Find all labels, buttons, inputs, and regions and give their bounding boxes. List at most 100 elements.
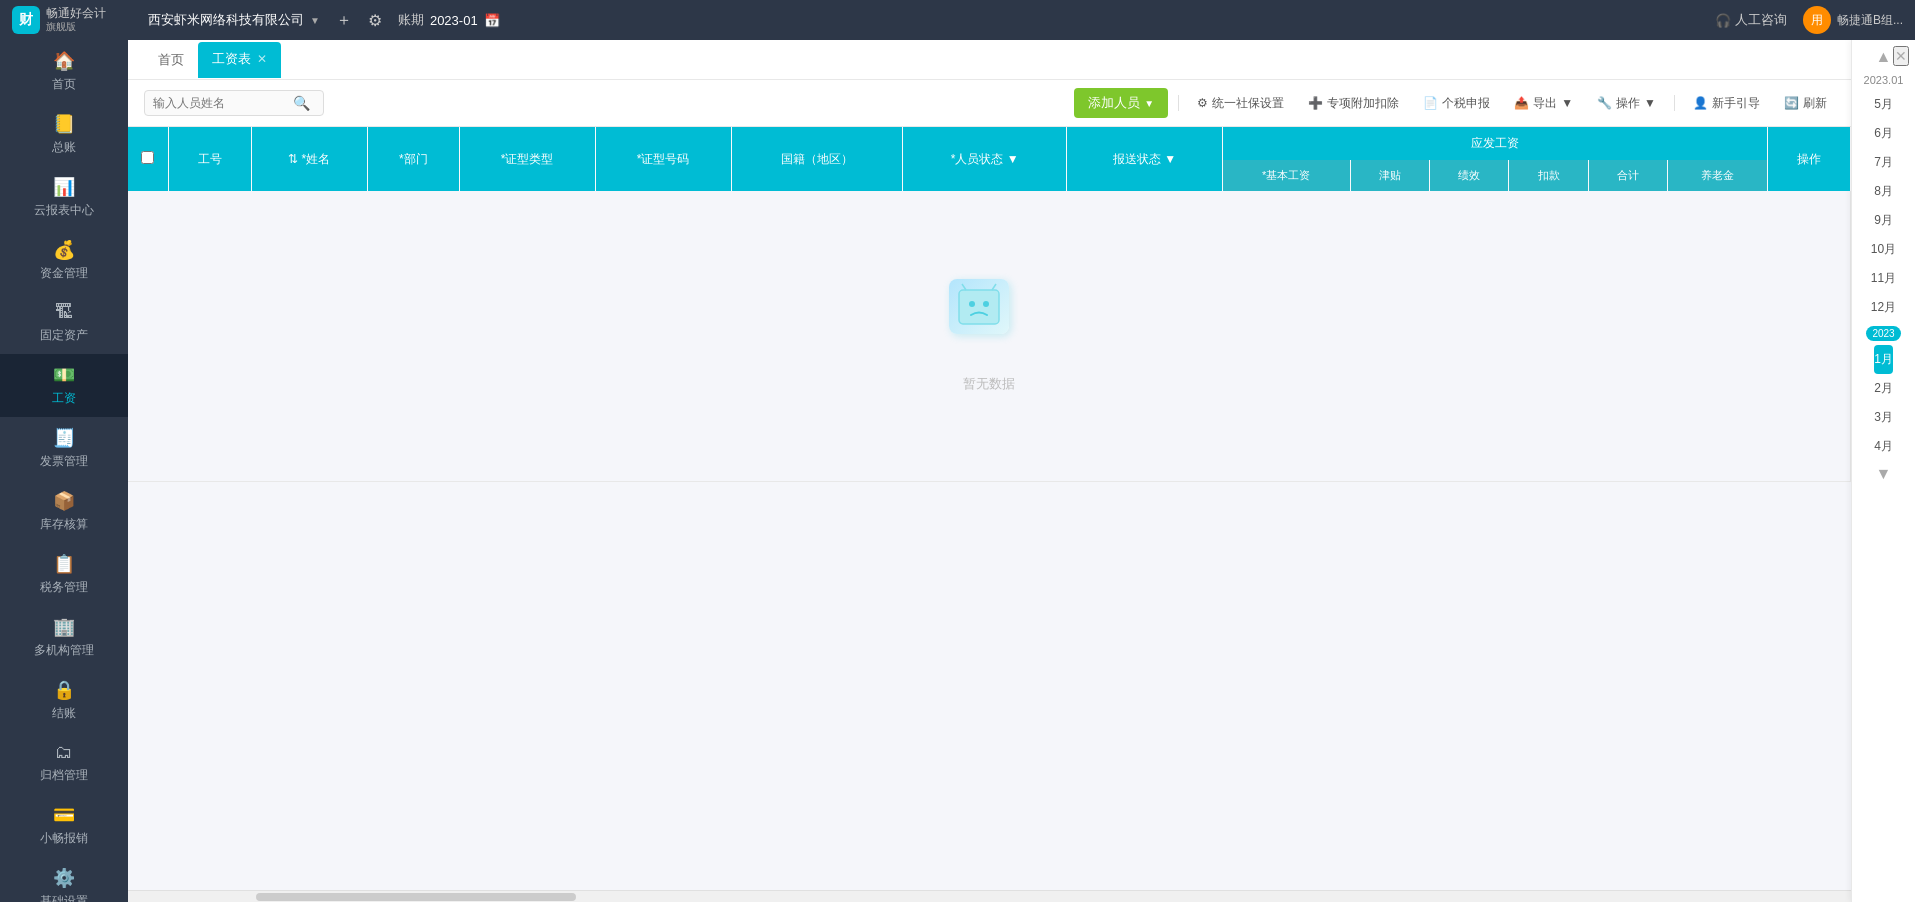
empty-icon <box>949 279 1029 359</box>
sidebar-icon-expense: 💳 <box>53 804 75 826</box>
tab-close-salary-tab[interactable]: ✕ <box>257 52 267 66</box>
calendar-icon[interactable]: 📅 <box>484 13 500 28</box>
sidebar-item-ledger[interactable]: 📒总账 <box>0 103 128 166</box>
sidebar-label-salary: 工资 <box>52 390 76 407</box>
special-deduction-btn[interactable]: ➕ 专项附加扣除 <box>1300 91 1407 116</box>
table-body: 暂无数据 <box>128 191 1851 482</box>
sidebar-item-archive[interactable]: 🗂归档管理 <box>0 732 128 794</box>
date-panel-close-btn[interactable]: ✕ <box>1893 46 1909 66</box>
sidebar-item-multiorg[interactable]: 🏢多机构管理 <box>0 606 128 669</box>
date-month-5月[interactable]: 5月 <box>1871 90 1896 119</box>
date-month-11月[interactable]: 11月 <box>1871 264 1896 293</box>
headset-icon: 🎧 <box>1715 13 1731 28</box>
tab-home-tab[interactable]: 首页 <box>144 43 198 77</box>
table-header-row-1: 工号 ⇅ *姓名 *部门 *证型类型 *证型号码 国籍（地区） *人员状态 ▼ … <box>128 127 1851 160</box>
export-btn[interactable]: 📤 导出 ▼ <box>1506 91 1581 116</box>
date-month-6月[interactable]: 6月 <box>1871 119 1896 148</box>
main-layout: 🏠首页📒总账📊云报表中心💰资金管理🏗固定资产💵工资🧾发票管理📦库存核算📋税务管理… <box>0 40 1915 902</box>
sidebar-item-inventory[interactable]: 📦库存核算 <box>0 480 128 543</box>
sidebar-icon-home: 🏠 <box>53 50 75 72</box>
add-btn-dropdown-icon: ▼ <box>1144 98 1154 109</box>
h-scrollbar-thumb[interactable] <box>256 893 576 901</box>
refresh-icon: 🔄 <box>1784 96 1799 110</box>
sidebar-label-tax: 税务管理 <box>40 579 88 596</box>
report-filter-icon[interactable]: ▼ <box>1164 152 1176 166</box>
user-area[interactable]: 用 畅捷通B组... <box>1803 6 1903 34</box>
company-dropdown-icon: ▼ <box>310 15 320 26</box>
guide-btn[interactable]: 👤 新手引导 <box>1685 91 1768 116</box>
search-wrap[interactable]: 🔍 <box>144 90 324 116</box>
sidebar-item-asset[interactable]: 🏗固定资产 <box>0 292 128 354</box>
sidebar-icon-inventory: 📦 <box>53 490 75 512</box>
header-actions: ＋ ⚙ <box>332 6 386 35</box>
status-filter-icon[interactable]: ▼ <box>1007 152 1019 166</box>
social-settings-icon: ⚙ <box>1197 96 1208 110</box>
empty-icon-inner <box>949 279 1009 334</box>
settings-header-btn[interactable]: ⚙ <box>364 7 386 34</box>
th-report-status: 报送状态 ▼ <box>1067 127 1222 191</box>
th-empid: 工号 <box>168 127 251 191</box>
date-month-7月[interactable]: 7月 <box>1871 148 1896 177</box>
refresh-btn[interactable]: 🔄 刷新 <box>1776 91 1835 116</box>
social-settings-label: 统一社保设置 <box>1212 95 1284 112</box>
sidebar-item-expense[interactable]: 💳小畅报销 <box>0 794 128 857</box>
operations-btn[interactable]: 🔧 操作 ▼ <box>1589 91 1664 116</box>
header-right: 🎧 人工咨询 用 畅捷通B组... <box>1715 6 1903 34</box>
sidebar-item-settings[interactable]: ⚙️基础设置 <box>0 857 128 902</box>
th-status: *人员状态 ▼ <box>903 127 1067 191</box>
sidebar-item-home[interactable]: 🏠首页 <box>0 40 128 103</box>
sidebar-item-salary[interactable]: 💵工资 <box>0 354 128 417</box>
export-label: 导出 <box>1533 95 1557 112</box>
sidebar-label-multiorg: 多机构管理 <box>34 642 94 659</box>
company-selector[interactable]: 西安虾米网络科技有限公司 ▼ <box>148 11 320 29</box>
special-deduction-icon: ➕ <box>1308 96 1323 110</box>
empty-row: 暂无数据 <box>128 191 1851 482</box>
th-idno: *证型号码 <box>595 127 731 191</box>
service-label: 人工咨询 <box>1735 11 1787 29</box>
date-month-curr-3月[interactable]: 3月 <box>1874 403 1893 432</box>
date-next-arrow[interactable]: ▼ <box>1852 461 1915 487</box>
date-month-curr-1月[interactable]: 1月 <box>1874 345 1893 374</box>
search-icon[interactable]: 🔍 <box>293 95 310 111</box>
social-settings-btn[interactable]: ⚙ 统一社保设置 <box>1189 91 1292 116</box>
sidebar-label-ledger: 总账 <box>52 139 76 156</box>
th-dept: *部门 <box>367 127 459 191</box>
sidebar-icon-close: 🔒 <box>53 679 75 701</box>
date-month-8月[interactable]: 8月 <box>1871 177 1896 206</box>
personal-tax-btn[interactable]: 📄 个税申报 <box>1415 91 1498 116</box>
refresh-label: 刷新 <box>1803 95 1827 112</box>
service-button[interactable]: 🎧 人工咨询 <box>1715 11 1787 29</box>
tab-salary-tab[interactable]: 工资表 ✕ <box>198 42 281 78</box>
app-name: 畅通好会计 <box>46 6 106 20</box>
date-month-12月[interactable]: 12月 <box>1871 293 1896 322</box>
date-month-curr-2月[interactable]: 2月 <box>1874 374 1893 403</box>
special-deduction-label: 专项附加扣除 <box>1327 95 1399 112</box>
th-checkbox[interactable] <box>128 127 168 191</box>
date-year-badge[interactable]: 2023 <box>1866 326 1900 341</box>
add-header-btn[interactable]: ＋ <box>332 6 356 35</box>
th-salary-group: 应发工资 <box>1222 127 1767 160</box>
date-month-10月[interactable]: 10月 <box>1871 235 1896 264</box>
date-month-9月[interactable]: 9月 <box>1871 206 1896 235</box>
svg-line-4 <box>992 284 996 290</box>
add-person-button[interactable]: 添加人员 ▼ <box>1074 88 1168 118</box>
sidebar-item-report[interactable]: 📊云报表中心 <box>0 166 128 229</box>
sidebar-item-tax[interactable]: 📋税务管理 <box>0 543 128 606</box>
date-prev-months: 5月6月7月8月9月10月11月12月 <box>1871 90 1896 322</box>
select-all-checkbox[interactable] <box>141 151 154 164</box>
sidebar-item-invoice[interactable]: 🧾发票管理 <box>0 417 128 480</box>
sidebar-item-close[interactable]: 🔒结账 <box>0 669 128 732</box>
sidebar-icon-archive: 🗂 <box>55 742 73 763</box>
sidebar-item-fund[interactable]: 💰资金管理 <box>0 229 128 292</box>
h-scrollbar[interactable] <box>128 890 1851 902</box>
sidebar-icon-fund: 💰 <box>53 239 75 261</box>
tab-label-salary-tab: 工资表 <box>212 50 251 68</box>
operations-label: 操作 <box>1616 95 1640 112</box>
date-month-curr-4月[interactable]: 4月 <box>1874 432 1893 461</box>
th-name-sort-icon[interactable]: ⇅ <box>288 152 298 166</box>
svg-line-3 <box>962 284 966 290</box>
th-allowance: 津贴 <box>1350 160 1429 191</box>
table-container: 工号 ⇅ *姓名 *部门 *证型类型 *证型号码 国籍（地区） *人员状态 ▼ … <box>128 127 1851 890</box>
search-input[interactable] <box>153 96 293 110</box>
account-period: 账期 2023-01 📅 <box>398 11 500 29</box>
